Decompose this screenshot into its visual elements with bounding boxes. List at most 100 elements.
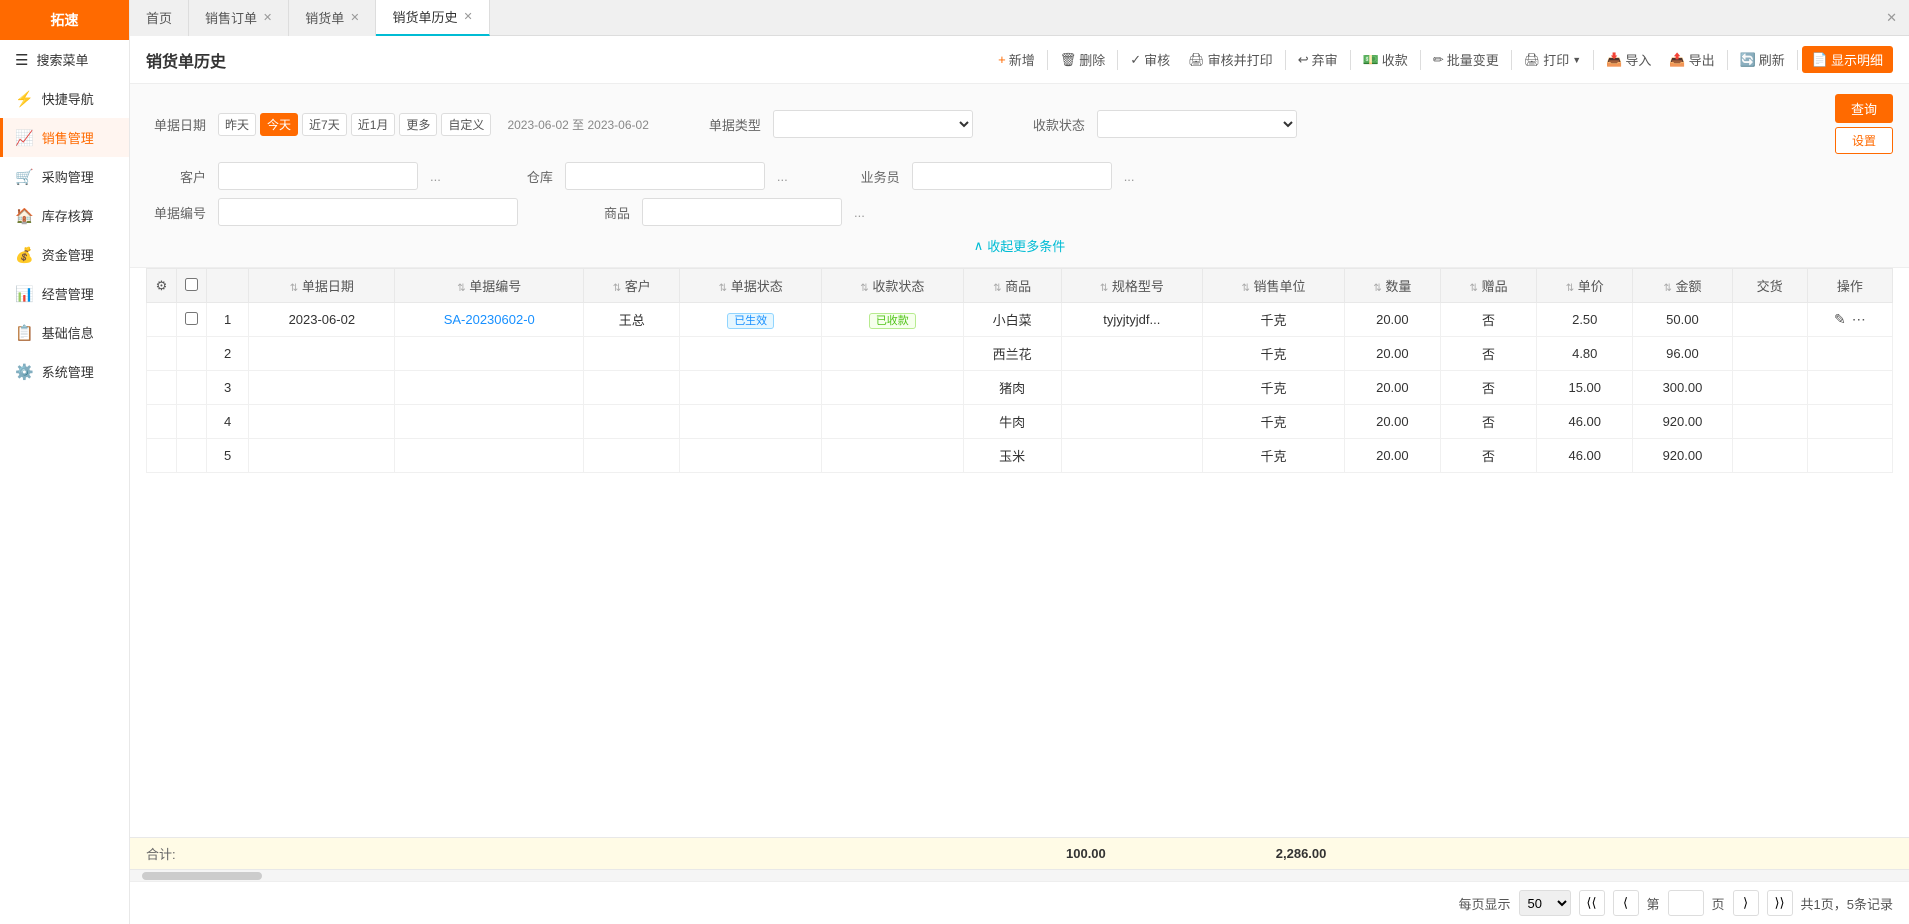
- sidebar-item-search-label: 搜索菜单: [36, 50, 88, 69]
- sidebar-item-sys-mgmt[interactable]: ⚙️ 系统管理: [0, 352, 129, 391]
- warehouse-input[interactable]: [565, 162, 765, 190]
- row-checkbox[interactable]: [185, 312, 198, 325]
- customer-dots[interactable]: ...: [430, 169, 441, 184]
- doc-no-input[interactable]: [218, 198, 518, 226]
- more-icon[interactable]: ⋯: [1852, 311, 1866, 328]
- col-doc-no[interactable]: ⇅ 单据编号: [395, 269, 584, 303]
- page-first-button[interactable]: ⟨⟨: [1579, 890, 1605, 916]
- scrollbar-thumb[interactable]: [142, 872, 262, 880]
- goods-input[interactable]: [642, 198, 842, 226]
- select-all-checkbox[interactable]: [185, 278, 198, 291]
- tab-bar-close-all[interactable]: ✕: [1874, 10, 1909, 26]
- sidebar-item-purchase-mgmt[interactable]: 🛒 采购管理: [0, 157, 129, 196]
- date-btn-7days[interactable]: 近7天: [302, 113, 347, 136]
- audit-print-button[interactable]: 🖨 审核并打印: [1180, 46, 1281, 73]
- tab-sales-history-close[interactable]: ✕: [464, 10, 473, 23]
- filter-actions: 查询 设置: [1835, 94, 1893, 154]
- col-unit-sort-icon: ⇅: [1241, 283, 1249, 294]
- filter-area: 单据日期 昨天 今天 近7天 近1月 更多 自定义 2023-06-02 至 2…: [130, 84, 1909, 268]
- date-btn-custom[interactable]: 自定义: [441, 113, 491, 136]
- tab-home[interactable]: 首页: [130, 0, 189, 36]
- col-spec[interactable]: ⇅ 规格型号: [1061, 269, 1203, 303]
- query-button[interactable]: 查询: [1835, 94, 1893, 123]
- export-button[interactable]: 📤 导出: [1661, 46, 1722, 73]
- col-checkbox[interactable]: [177, 269, 207, 303]
- row-doc-no-cell[interactable]: SA-20230602-0: [395, 303, 584, 337]
- doc-no-link[interactable]: SA-20230602-0: [444, 312, 535, 327]
- col-qty[interactable]: ⇅ 数量: [1344, 269, 1440, 303]
- collapse-button[interactable]: ∧ 收起更多条件: [968, 234, 1072, 257]
- col-price[interactable]: ⇅ 单价: [1537, 269, 1633, 303]
- row-checkbox-cell[interactable]: [177, 303, 207, 337]
- import-button[interactable]: 📥 导入: [1598, 46, 1659, 73]
- tab-sales-delivery-close[interactable]: ✕: [350, 11, 359, 24]
- setting-button[interactable]: 设置: [1835, 127, 1893, 154]
- salesperson-dots[interactable]: ...: [1124, 169, 1135, 184]
- page-next-button[interactable]: ⟩: [1733, 890, 1759, 916]
- warehouse-dots[interactable]: ...: [777, 169, 788, 184]
- sidebar-item-inventory[interactable]: 🏠 库存核算: [0, 196, 129, 235]
- sidebar-item-quick-nav[interactable]: ⚡ 快捷导航: [0, 79, 129, 118]
- customer-input[interactable]: [218, 162, 418, 190]
- col-date[interactable]: ⇅ 单据日期: [249, 269, 395, 303]
- sidebar-item-finance[interactable]: 💰 资金管理: [0, 235, 129, 274]
- col-date-sort-icon: ⇅: [290, 283, 298, 294]
- tab-sales-order-close[interactable]: ✕: [263, 11, 272, 24]
- col-doc-status[interactable]: ⇅ 单据状态: [680, 269, 822, 303]
- goods-dots[interactable]: ...: [854, 205, 865, 220]
- date-buttons: 昨天 今天 近7天 近1月 更多 自定义: [218, 113, 491, 136]
- divider-5: [1420, 50, 1421, 70]
- batch-change-button[interactable]: ✏ 批量变更: [1425, 46, 1507, 73]
- salesperson-input[interactable]: [912, 162, 1112, 190]
- horizontal-scrollbar[interactable]: [130, 869, 1909, 881]
- page-number-input[interactable]: 1: [1668, 890, 1704, 916]
- row-doc-no-cell[interactable]: [395, 337, 584, 371]
- row-checkbox-cell[interactable]: [177, 371, 207, 405]
- goods-label: 商品: [570, 203, 630, 222]
- col-customer[interactable]: ⇅ 客户: [584, 269, 680, 303]
- row-customer-cell: 王总: [584, 303, 680, 337]
- payment-status-select[interactable]: [1097, 110, 1297, 138]
- col-setting[interactable]: ⚙: [147, 269, 177, 303]
- date-btn-more[interactable]: 更多: [399, 113, 437, 136]
- row-checkbox-cell[interactable]: [177, 439, 207, 473]
- sidebar-item-basic-info[interactable]: 📋 基础信息: [0, 313, 129, 352]
- add-button[interactable]: + 新增: [990, 46, 1043, 73]
- sidebar-item-sales-mgmt[interactable]: 📈 销售管理: [0, 118, 129, 157]
- date-btn-1month[interactable]: 近1月: [351, 113, 396, 136]
- date-btn-yesterday[interactable]: 昨天: [218, 113, 256, 136]
- col-action: 操作: [1807, 269, 1892, 303]
- col-amount[interactable]: ⇅ 金额: [1633, 269, 1732, 303]
- row-doc-no-cell[interactable]: [395, 439, 584, 473]
- print-button[interactable]: 🖨 打印 ▼: [1516, 46, 1589, 73]
- show-detail-button[interactable]: 📄 显示明细: [1802, 46, 1893, 73]
- sidebar-item-operations[interactable]: 📊 经营管理: [0, 274, 129, 313]
- tab-sales-delivery[interactable]: 销货单 ✕: [289, 0, 376, 36]
- sidebar-item-inventory-label: 库存核算: [42, 206, 94, 225]
- row-checkbox-cell[interactable]: [177, 405, 207, 439]
- tab-sales-order[interactable]: 销售订单 ✕: [189, 0, 289, 36]
- page-last-button[interactable]: ⟩⟩: [1767, 890, 1793, 916]
- filter-row-3: 单据编号 商品 ...: [146, 198, 1893, 226]
- doc-type-select[interactable]: [773, 110, 973, 138]
- col-unit[interactable]: ⇅ 销售单位: [1203, 269, 1345, 303]
- delete-button[interactable]: 🗑 删除: [1052, 46, 1114, 73]
- col-amount-sort-icon: ⇅: [1663, 283, 1671, 294]
- page-size-select[interactable]: 50 10 20 100: [1519, 890, 1571, 916]
- row-doc-no-cell[interactable]: [395, 371, 584, 405]
- abandon-button[interactable]: ↩ 弃审: [1290, 46, 1346, 73]
- collect-button[interactable]: 💵 收款: [1355, 46, 1416, 73]
- refresh-button[interactable]: 🔄 刷新: [1732, 46, 1793, 73]
- row-doc-no-cell[interactable]: [395, 405, 584, 439]
- edit-icon[interactable]: ✎: [1834, 311, 1846, 328]
- col-goods[interactable]: ⇅ 商品: [963, 269, 1061, 303]
- print-dropdown-icon: ▼: [1572, 55, 1581, 65]
- date-btn-today[interactable]: 今天: [260, 113, 298, 136]
- page-prev-button[interactable]: ⟨: [1613, 890, 1639, 916]
- col-gift[interactable]: ⇅ 赠品: [1440, 269, 1536, 303]
- row-checkbox-cell[interactable]: [177, 337, 207, 371]
- sidebar-item-search[interactable]: ☰ 搜索菜单: [0, 40, 129, 79]
- col-pay-status[interactable]: ⇅ 收款状态: [822, 269, 964, 303]
- tab-sales-history[interactable]: 销货单历史 ✕: [376, 0, 489, 36]
- audit-button[interactable]: ✓ 审核: [1122, 46, 1178, 73]
